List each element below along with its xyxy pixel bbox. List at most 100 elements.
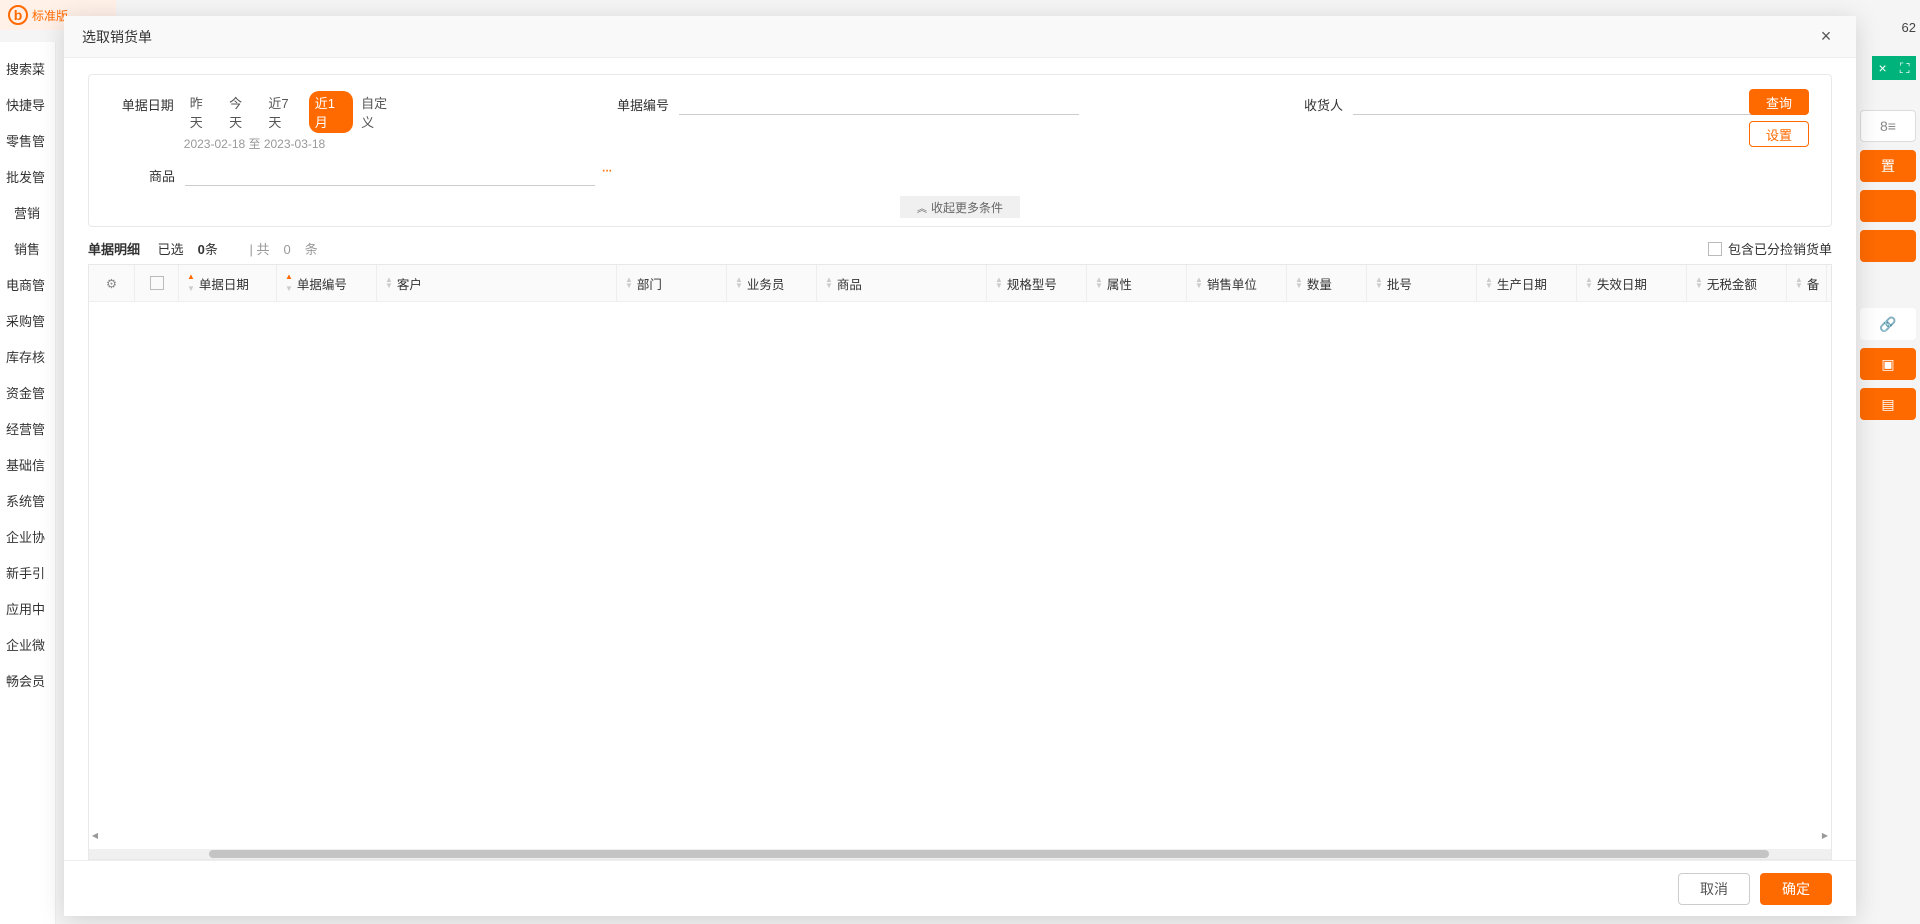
filter-bill-date: 单据日期 昨天 今天 近7天 近1月 自定义 2023-02-18 至 2023… [111, 91, 405, 152]
column-label: 业务员 [747, 274, 785, 293]
receiver-input[interactable] [1353, 91, 1793, 115]
column-label: 单据编号 [297, 274, 347, 293]
sidebar-subitem[interactable]: 销售 [0, 230, 55, 266]
sidebar-item[interactable]: 批发管 [0, 158, 55, 194]
column-label: 商品 [837, 274, 862, 293]
column-header-attr[interactable]: ▲▼ 属性 [1087, 265, 1187, 301]
sort-icon: ▲▼ [625, 277, 633, 289]
scrollbar-thumb[interactable] [209, 850, 1769, 858]
column-label: 备 [1807, 274, 1820, 293]
brief-row: 单据明细 已选0条 | 共0条 包含已分捡销货单 [88, 239, 1832, 258]
product-input[interactable] [185, 162, 595, 186]
expand-icon[interactable]: ⛶ [1900, 60, 1910, 77]
bg-tool-b[interactable] [1860, 190, 1916, 222]
column-label: 客户 [397, 274, 422, 293]
sidebar-item[interactable]: 库存核 [0, 338, 55, 374]
sort-icon: ▲▼ [1375, 277, 1383, 289]
confirm-button[interactable]: 确定 [1760, 873, 1832, 905]
column-header-customer[interactable]: ▲▼客户 [377, 265, 617, 301]
bill-code-input[interactable] [679, 91, 1079, 115]
sidebar-item[interactable]: 新手引 [0, 554, 55, 590]
collapse-filter-button[interactable]: 收起更多条件 [900, 196, 1020, 218]
column-label: 生产日期 [1497, 274, 1547, 293]
app-logo-text: 标准版 [32, 7, 68, 24]
sidebar-item[interactable]: 搜索菜 [0, 50, 55, 86]
sidebar-item[interactable]: 企业协 [0, 518, 55, 554]
column-label: 批号 [1387, 274, 1412, 293]
column-header-expire[interactable]: ▲▼失效日期 [1577, 265, 1687, 301]
date-quick-1m[interactable]: 近1月 [309, 91, 353, 133]
sort-icon: ▲▼ [1095, 277, 1103, 289]
sidebar-item[interactable]: 零售管 [0, 122, 55, 158]
gear-icon: ⚙ [106, 276, 117, 291]
column-header-unit[interactable]: ▲▼销售单位 [1187, 265, 1287, 301]
cancel-button[interactable]: 取消 [1678, 873, 1750, 905]
bg-right-panel: 62 × ⛶ [1856, 0, 1920, 90]
filter-bill-code: 单据编号 [605, 91, 1079, 152]
date-quick-today[interactable]: 今天 [223, 91, 260, 133]
attach-icon[interactable]: 🔗 [1860, 308, 1916, 340]
product-more-icon[interactable]: ··· [601, 162, 611, 180]
table-horizontal-scrollbar[interactable] [89, 849, 1831, 859]
sort-icon: ▲▼ [735, 277, 743, 289]
sidebar-item[interactable]: 经营管 [0, 410, 55, 446]
column-header-code[interactable]: ▲▼单据编号 [277, 265, 377, 301]
bg-sidetools: 8≡ 置 🔗 ▣ ▤ [1860, 110, 1916, 420]
detail-tab[interactable]: 单据明细 [88, 242, 140, 257]
column-header-sales[interactable]: ▲▼ 业务员 [727, 265, 817, 301]
column-header-qty[interactable]: ▲▼数量 [1287, 265, 1367, 301]
filter-actions: 查询 设置 [1749, 89, 1809, 147]
total-counter: | 共0条 [250, 242, 332, 257]
column-label: 销售单位 [1207, 274, 1257, 293]
filter-settings-button[interactable]: 设置 [1749, 121, 1809, 147]
column-label: 属性 [1107, 274, 1132, 293]
table-body-empty [89, 302, 1831, 849]
image-thumb-icon[interactable]: ▤ [1860, 388, 1916, 420]
select-all-checkbox[interactable] [135, 265, 179, 301]
column-header-remark[interactable]: ▲▼ 备 [1787, 265, 1827, 301]
image-full-icon[interactable]: ▣ [1860, 348, 1916, 380]
column-settings-icon[interactable]: ⚙ [89, 265, 135, 301]
sidebar-item[interactable]: 采购管 [0, 302, 55, 338]
column-header-prod[interactable]: ▲▼生产日期 [1477, 265, 1577, 301]
close-icon[interactable]: × [1879, 60, 1887, 76]
sidebar-item[interactable]: 快捷导 [0, 86, 55, 122]
sidebar-item[interactable]: 电商管 [0, 266, 55, 302]
bg-tool-a[interactable]: 置 [1860, 150, 1916, 182]
include-dispatched-label: 包含已分捡销货单 [1728, 239, 1832, 258]
column-header-date[interactable]: ▲▼单据日期 [179, 265, 277, 301]
sidebar-item[interactable]: 基础信 [0, 446, 55, 482]
column-label: 单据日期 [199, 274, 249, 293]
sidebar-item[interactable]: 系统管 [0, 482, 55, 518]
column-header-amount[interactable]: ▲▼ 无税金额 [1687, 265, 1787, 301]
bg-tool-c[interactable] [1860, 230, 1916, 262]
column-label: 无税金额 [1707, 274, 1757, 293]
sort-icon: ▲▼ [1695, 277, 1703, 289]
date-quick-custom[interactable]: 自定义 [355, 91, 405, 133]
modal-header: 选取销货单 × [64, 16, 1856, 58]
sidebar-item[interactable]: 应用中 [0, 590, 55, 626]
sidebar-item[interactable]: 企业微 [0, 626, 55, 662]
sort-icon: ▲▼ [1585, 277, 1593, 289]
collapse-label: 收起更多条件 [931, 199, 1003, 216]
column-header-product[interactable]: ▲▼商品 [817, 265, 987, 301]
selected-counter: 已选0条 [158, 242, 236, 257]
date-quick-7d[interactable]: 近7天 [262, 91, 306, 133]
include-dispatched-checkbox[interactable] [1708, 242, 1722, 256]
app-logo-icon: b [8, 5, 28, 25]
sidebar-item[interactable]: 畅会员 [0, 662, 55, 698]
column-header-batch[interactable]: ▲▼ 批号 [1367, 265, 1477, 301]
column-header-spec[interactable]: ▲▼规格型号 [987, 265, 1087, 301]
bg-sidebar: 搜索菜 快捷导 零售管 批发管 营销 销售 电商管 采购管 库存核 资金管 经营… [0, 42, 56, 924]
sidebar-subitem[interactable]: 营销 [0, 194, 55, 230]
query-button[interactable]: 查询 [1749, 89, 1809, 115]
sort-icon: ▲▼ [1795, 277, 1803, 289]
bg-green-toolbar: × ⛶ [1872, 56, 1916, 80]
modal-close-button[interactable]: × [1814, 25, 1838, 49]
column-header-dept[interactable]: ▲▼部门 [617, 265, 727, 301]
date-quick-yesterday[interactable]: 昨天 [184, 91, 221, 133]
sidebar-item[interactable]: 资金管 [0, 374, 55, 410]
modal-body-scrollbar[interactable] [88, 828, 1832, 842]
checkbox-icon[interactable] [150, 276, 164, 290]
bg-tool-id[interactable]: 8≡ [1860, 110, 1916, 142]
